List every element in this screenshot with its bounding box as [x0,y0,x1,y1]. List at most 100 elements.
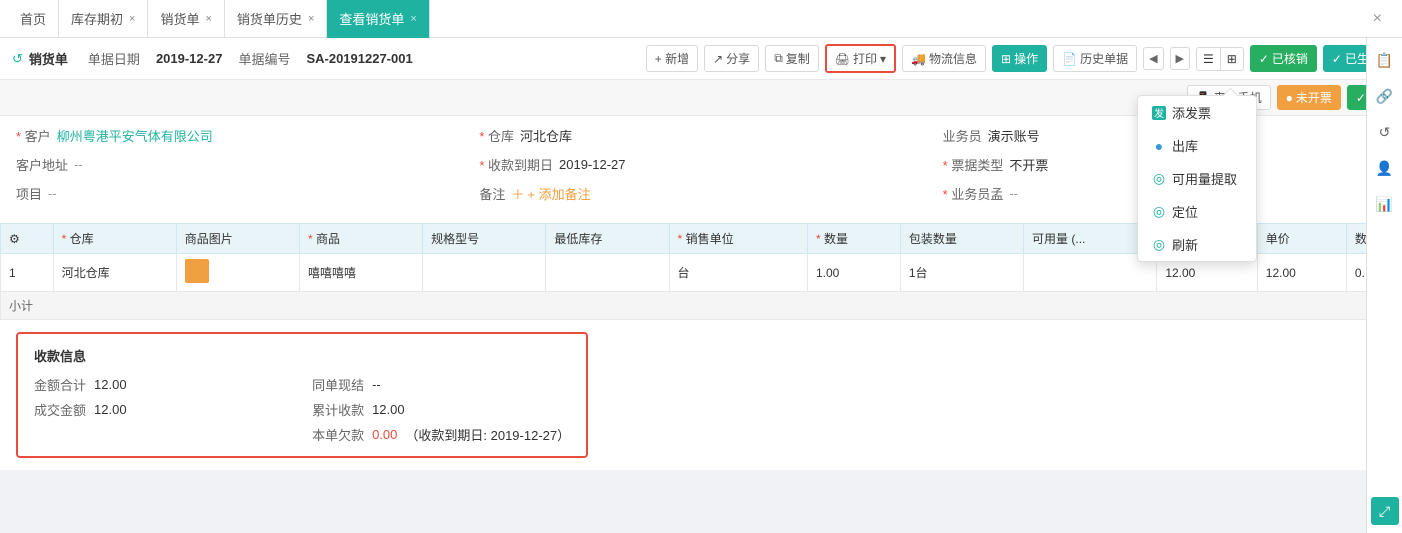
locate-icon: ◎ [1152,205,1166,219]
payment-row-transaction: 成交金额 12.00 [34,400,292,419]
tab-sales-history-close[interactable]: × [308,13,314,25]
tab-inventory[interactable]: 库存期初 × [59,0,148,38]
ship-out-icon: ● [1152,139,1166,153]
history-label: 历史单据 [1080,50,1128,67]
cell-product-img [176,254,299,292]
tab-sales-history-label: 销货单历史 [237,9,302,28]
history-button[interactable]: 📄 历史单据 [1053,45,1137,72]
sales-staff-label: 业务员孟 [943,184,1004,203]
not-open-button[interactable]: ● 未开票 [1277,85,1341,110]
cell-pack-qty: 1台 [900,254,1023,292]
customer-value[interactable]: 柳州粤港平安气体有限公司 [57,126,213,145]
view-grid-button[interactable]: ⊞ [1220,47,1244,71]
copy-label: 复制 [786,50,810,67]
due-date-field: 收款到期日 2019-12-27 [479,155,922,174]
operation-button[interactable]: ⊞ 操作 [992,45,1047,72]
ship-out-label: 出库 [1172,136,1198,155]
history-icon: 📄 [1062,52,1077,66]
sidebar-icon-expand[interactable]: ⤢ [1371,497,1399,525]
refresh-icon: ◎ [1152,238,1166,252]
payment-title: 收款信息 [34,346,570,365]
total-amount-value: 12.00 [94,377,127,392]
dropdown-item-refresh[interactable]: ◎ 刷新 [1138,228,1256,261]
check-icon: ✓ [1259,52,1269,66]
total-amount-label: 金额合计 [34,375,86,394]
dropdown-item-ship-out[interactable]: ● 出库 [1138,129,1256,162]
ticket-type-label: 票据类型 [943,155,1004,174]
dropdown-item-available-qty[interactable]: ◎ 可用量提取 [1138,162,1256,195]
dropdown-item-locate[interactable]: ◎ 定位 [1138,195,1256,228]
settings-icon[interactable]: ⚙ [9,232,20,246]
table-subtotal-row: 小计 [1,292,1402,320]
available-qty-label: 可用量提取 [1172,169,1237,188]
not-open-label: 未开票 [1296,89,1332,106]
copy-button[interactable]: ⧉ 复制 [765,45,819,72]
nav-prev-button[interactable]: ◀ [1143,47,1163,70]
project-field: 项目 -- [16,184,459,203]
new-label: + 新增 [655,50,689,67]
header-bar: ↺ 销货单 单据日期 2019-12-27 单据编号 SA-20191227-0… [0,38,1402,80]
logistics-icon: 🚚 [911,52,926,66]
cell-min-stock [546,254,669,292]
sidebar-icon-copy[interactable]: 📋 [1371,46,1399,74]
logistics-button[interactable]: 🚚 物流信息 [902,45,986,72]
cancelled-label: 已核销 [1272,50,1308,67]
tab-sales-close[interactable]: × [205,13,211,25]
check2-icon: ✓ [1332,52,1342,66]
operation-label: 操作 [1014,50,1038,67]
tab-home[interactable]: 首页 [8,0,59,38]
project-value: -- [48,186,57,201]
tab-view-sales-close[interactable]: × [410,13,416,25]
customer-label: 客户 [16,126,51,145]
not-open-icon: ● [1286,91,1293,105]
cell-warehouse: 河北仓库 [53,254,176,292]
number-label: 单据编号 [238,49,290,68]
refresh-label: 刷新 [1172,235,1198,254]
locate-label: 定位 [1172,202,1198,221]
doc-title: 销货单 [29,49,68,68]
tab-inventory-close[interactable]: × [129,13,135,25]
sidebar-icon-chart[interactable]: 📊 [1371,190,1399,218]
dropdown-item-add-invoice[interactable]: 发 添发票 [1138,96,1256,129]
note-field: 备注 ＋ + 添加备注 [479,184,922,203]
staff-value: 演示账号 [988,126,1040,145]
share-button[interactable]: ↗ 分享 [704,45,759,72]
tab-sales-history[interactable]: 销货单历史 × [225,0,327,38]
sidebar-icon-link[interactable]: 🔗 [1371,82,1399,110]
add-note-button[interactable]: ＋ + 添加备注 [511,184,590,203]
window-close-button[interactable]: × [1361,10,1394,28]
confirm-icon: ✓ [1356,91,1366,105]
share-icon: ↗ [713,52,723,66]
print-dropdown-arrow[interactable]: ▾ [880,52,886,66]
nav-next-button[interactable]: ▶ [1170,47,1190,70]
share-label: 分享 [726,50,750,67]
cancelled-button[interactable]: ✓ 已核销 [1250,45,1317,72]
due-date-label: 收款到期日 [479,155,553,174]
arrears-label: 本单欠款 [312,425,364,444]
new-button[interactable]: + 新增 [646,45,698,72]
doc-icon: ↺ [12,51,23,67]
due-date-note: （收款到期日: 2019-12-27） [405,425,570,444]
cumulative-label: 累计收款 [312,400,364,419]
logistics-label: 物流信息 [929,50,977,67]
add-note-label: + 添加备注 [527,184,590,203]
address-field: 客户地址 -- [16,155,459,174]
subtotal-label: 小计 [1,292,1402,320]
col-product: 商品 [299,224,422,254]
tab-sales[interactable]: 销货单 × [148,0,224,38]
payment-section: 收款信息 金额合计 12.00 同单现结 -- 成交金额 12.00 [0,320,1402,470]
sidebar-icon-user[interactable]: 👤 [1371,154,1399,182]
view-list-button[interactable]: ☰ [1196,47,1220,71]
toolbar: + 新增 ↗ 分享 ⧉ 复制 🖨 打印 ▾ 🚚 物流信息 [646,44,1390,73]
transaction-label: 成交金额 [34,400,86,419]
add-note-icon: ＋ [511,184,524,203]
staff-label: 业务员 [943,126,982,145]
col-settings[interactable]: ⚙ [1,224,54,254]
sidebar-icon-refresh[interactable]: ↺ [1371,118,1399,146]
tab-view-sales[interactable]: 查看销货单 × [327,0,429,38]
cumulative-value: 12.00 [372,402,405,417]
tab-inventory-label: 库存期初 [71,9,123,28]
payment-row-same-order: 同单现结 -- [312,375,570,394]
ticket-type-value: 不开票 [1009,155,1048,174]
print-button[interactable]: 🖨 打印 ▾ [825,44,896,73]
